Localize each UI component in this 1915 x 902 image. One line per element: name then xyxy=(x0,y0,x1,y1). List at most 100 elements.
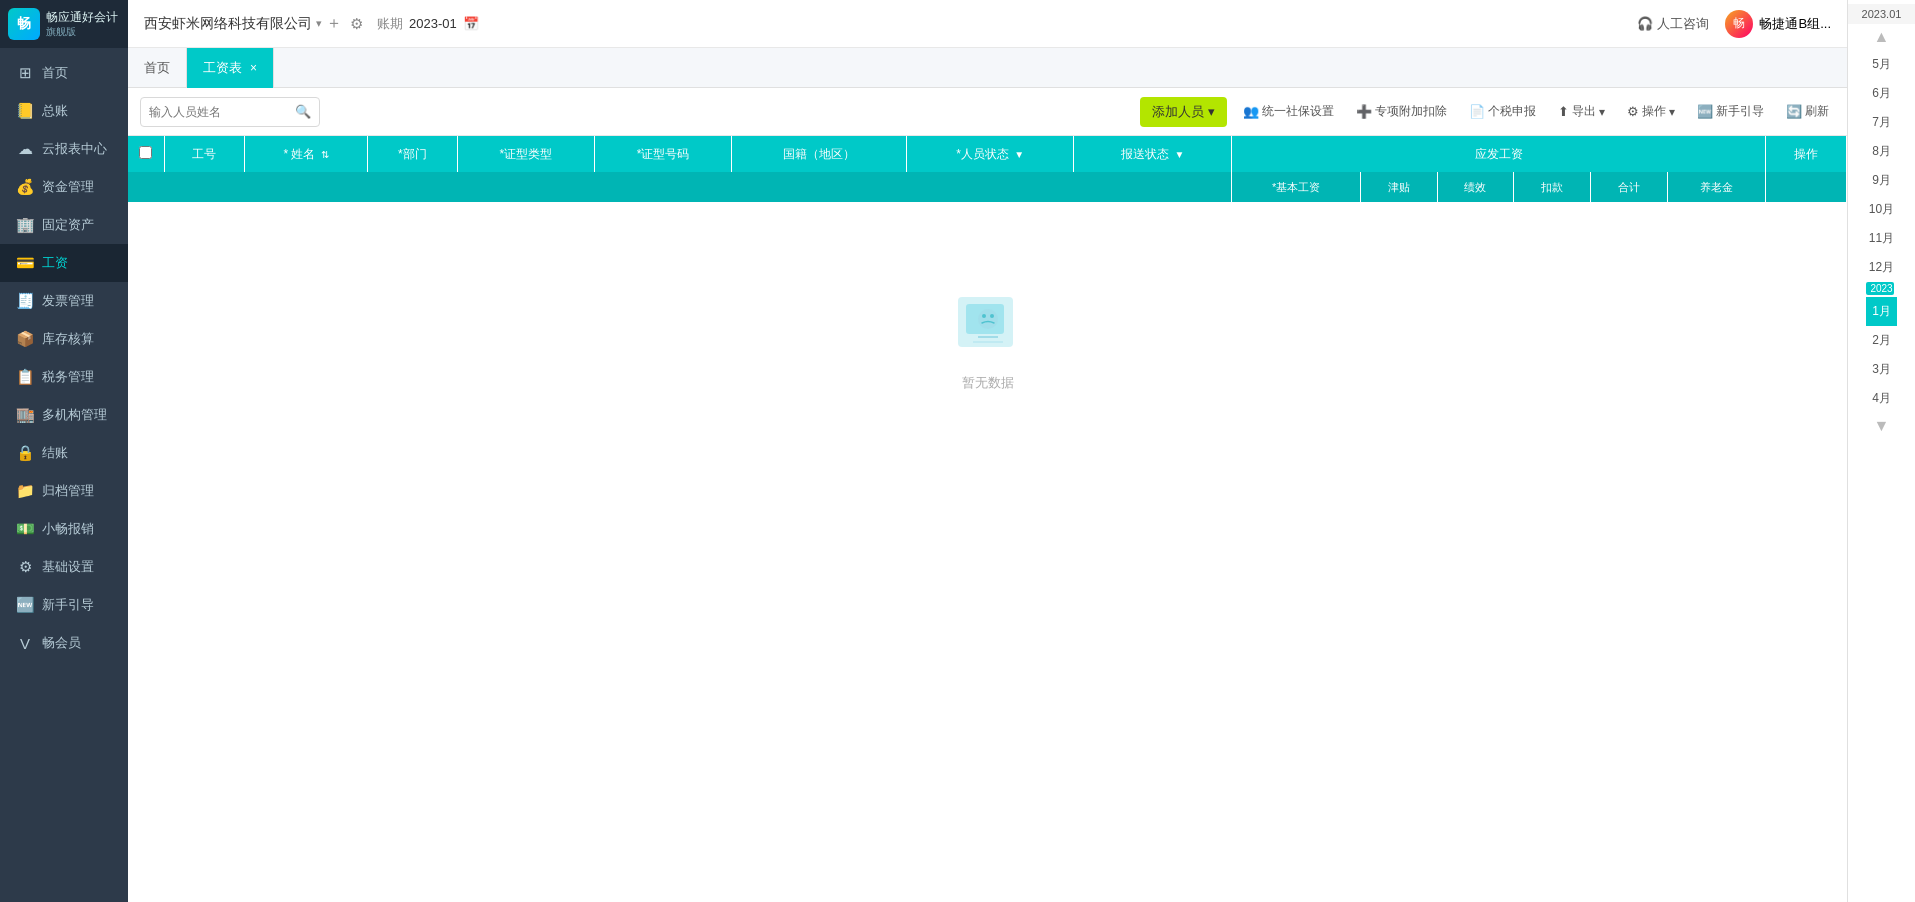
month-item-2023-03[interactable]: 3月 xyxy=(1866,355,1896,384)
month-item-2023-01[interactable]: 1月 xyxy=(1866,297,1896,326)
user-menu-button[interactable]: 畅 畅捷通B组... xyxy=(1725,10,1831,38)
scroll-down-button[interactable]: ▼ xyxy=(1848,413,1915,439)
sidebar-item-label-home: 首页 xyxy=(42,64,68,82)
th-allowance: 津贴 xyxy=(1360,172,1437,202)
logo-text: 畅应通好会计 旗舰版 xyxy=(46,9,118,40)
th-name: * 姓名 ⇅ xyxy=(245,136,368,172)
tab-close-salary-tab[interactable]: × xyxy=(250,61,257,75)
add-company-button[interactable]: ＋ xyxy=(322,13,346,34)
sidebar-item-archive[interactable]: 📁归档管理 xyxy=(0,472,128,510)
fixed-assets-nav-icon: 🏢 xyxy=(16,216,34,234)
table-wrap: 工号 * 姓名 ⇅ *部门 *证型类型 *证型号码 国籍（地区） *人员状态 ▼… xyxy=(128,136,1847,902)
social-security-button[interactable]: 👥 统一社保设置 xyxy=(1237,99,1340,124)
sidebar-item-salary[interactable]: 💳工资 xyxy=(0,244,128,282)
th-operations: 操作 xyxy=(1766,136,1847,172)
top-header: 西安虾米网络科技有限公司 ▾ ＋ ⚙ 账期 2023-01 📅 🎧 人工咨询 畅… xyxy=(128,0,1847,48)
sidebar-item-inventory[interactable]: 📦库存核算 xyxy=(0,320,128,358)
avatar: 畅 xyxy=(1725,10,1753,38)
tax-report-button[interactable]: 📄 个税申报 xyxy=(1463,99,1542,124)
operations-button[interactable]: ⚙ 操作 ▾ xyxy=(1621,99,1681,124)
guide-icon: 🆕 xyxy=(1697,104,1713,119)
tab-salary-tab[interactable]: 工资表 × xyxy=(187,48,274,88)
sidebar-item-home[interactable]: ⊞ 首页 xyxy=(0,54,128,92)
th-checkbox[interactable] xyxy=(128,136,164,172)
sidebar-item-fixed-assets[interactable]: 🏢固定资产 xyxy=(0,206,128,244)
fund-nav-icon: 💰 xyxy=(16,178,34,196)
sidebar-item-settings[interactable]: ⚙基础设置 xyxy=(0,548,128,586)
svg-point-2 xyxy=(978,309,998,329)
table-header-row: 工号 * 姓名 ⇅ *部门 *证型类型 *证型号码 国籍（地区） *人员状态 ▼… xyxy=(128,136,1847,172)
company-name: 西安虾米网络科技有限公司 xyxy=(144,15,312,33)
select-all-checkbox[interactable] xyxy=(139,146,152,159)
sidebar-item-cloud-report[interactable]: ☁云报表中心 xyxy=(0,130,128,168)
sidebar-item-member[interactable]: V畅会员 xyxy=(0,624,128,662)
sidebar-item-fund[interactable]: 💰资金管理 xyxy=(0,168,128,206)
th-cert-type: *证型类型 xyxy=(457,136,594,172)
month-item-07[interactable]: 7月 xyxy=(1866,108,1896,137)
archive-nav-icon: 📁 xyxy=(16,482,34,500)
sidebar-item-close[interactable]: 🔒 结账 xyxy=(0,434,128,472)
sidebar-item-label-multi-org: 多机构管理 xyxy=(42,406,107,424)
sidebar-item-label-tax: 税务管理 xyxy=(42,368,94,386)
member-nav-icon: V xyxy=(16,635,34,652)
home-nav-icon: ⊞ xyxy=(16,64,34,82)
settings-button[interactable]: ⚙ xyxy=(346,15,367,33)
cloud-report-nav-icon: ☁ xyxy=(16,140,34,158)
svg-point-4 xyxy=(990,314,994,318)
month-item-2023-04[interactable]: 4月 xyxy=(1866,384,1896,413)
sidebar-item-multi-org[interactable]: 🏬多机构管理 xyxy=(0,396,128,434)
toolbar: 🔍 添加人员 ▾ 👥 统一社保设置 ➕ 专项附加扣除 📄 个税申报 ⬆ 导出 xyxy=(128,88,1847,136)
person-status-filter-icon[interactable]: ▼ xyxy=(1014,149,1024,160)
sidebar-item-guide[interactable]: 🆕新手引导 xyxy=(0,586,128,624)
sidebar-item-invoice[interactable]: 🧾发票管理 xyxy=(0,282,128,320)
empty-state: 暂无数据 xyxy=(128,202,1847,472)
export-arrow-icon: ▾ xyxy=(1599,105,1605,119)
invoice-nav-icon: 🧾 xyxy=(16,292,34,310)
month-item-12[interactable]: 12月 xyxy=(1866,253,1896,282)
th-person-status: *人员状态 ▼ xyxy=(907,136,1074,172)
month-item-10[interactable]: 10月 xyxy=(1866,195,1896,224)
refresh-icon: 🔄 xyxy=(1786,104,1802,119)
service-button[interactable]: 🎧 人工咨询 xyxy=(1637,15,1709,33)
tab-home-tab[interactable]: 首页 xyxy=(128,48,187,88)
month-item-11[interactable]: 11月 xyxy=(1866,224,1896,253)
search-input[interactable] xyxy=(149,105,295,119)
ledger-nav-icon: 📒 xyxy=(16,102,34,120)
extra-deduct-button[interactable]: ➕ 专项附加扣除 xyxy=(1350,99,1453,124)
tab-label-salary-tab: 工资表 xyxy=(203,59,242,77)
sidebar-item-expense[interactable]: 💵小畅报销 xyxy=(0,510,128,548)
month-item-09[interactable]: 9月 xyxy=(1866,166,1896,195)
report-status-filter-icon[interactable]: ▼ xyxy=(1175,149,1185,160)
tab-bar: 首页工资表 × xyxy=(128,48,1847,88)
name-sort-icon[interactable]: ⇅ xyxy=(321,149,329,160)
extra-deduct-icon: ➕ xyxy=(1356,104,1372,119)
sidebar-item-label-close: 结账 xyxy=(42,444,68,462)
svg-point-3 xyxy=(982,314,986,318)
sidebar-item-label-settings: 基础设置 xyxy=(42,558,94,576)
period-display: 2023.01 xyxy=(1848,4,1915,24)
refresh-button[interactable]: 🔄 刷新 xyxy=(1780,99,1835,124)
sidebar-item-tax[interactable]: 📋税务管理 xyxy=(0,358,128,396)
toolbar-actions: 添加人员 ▾ 👥 统一社保设置 ➕ 专项附加扣除 📄 个税申报 ⬆ 导出 ▾ ⚙ xyxy=(1140,97,1835,127)
export-button[interactable]: ⬆ 导出 ▾ xyxy=(1552,99,1611,124)
headset-icon: 🎧 xyxy=(1637,16,1653,31)
month-item-08[interactable]: 8月 xyxy=(1866,137,1896,166)
month-item-05[interactable]: 5月 xyxy=(1866,50,1896,79)
sidebar-item-ledger[interactable]: 📒 总账 xyxy=(0,92,128,130)
company-selector[interactable]: 西安虾米网络科技有限公司 ▾ xyxy=(144,15,322,33)
th-report-status: 报送状态 ▼ xyxy=(1074,136,1232,172)
add-person-button[interactable]: 添加人员 ▾ xyxy=(1140,97,1227,127)
search-wrap: 🔍 xyxy=(140,97,320,127)
search-icon: 🔍 xyxy=(295,104,311,119)
month-item-2023-02[interactable]: 2月 xyxy=(1866,326,1896,355)
right-panel: 2023.01 ▲ 5月6月7月8月9月10月11月12月20231月2月3月4… xyxy=(1847,0,1915,902)
sidebar-item-label-ledger: 总账 xyxy=(42,102,68,120)
close-nav-icon: 🔒 xyxy=(16,444,34,462)
social-security-icon: 👥 xyxy=(1243,104,1259,119)
guide-button[interactable]: 🆕 新手引导 xyxy=(1691,99,1770,124)
sidebar: 畅 畅应通好会计 旗舰版 ⊞首页📒总账☁云报表中心💰资金管理🏢固定资产💳工资🧾发… xyxy=(0,0,128,902)
header-right: 🎧 人工咨询 畅 畅捷通B组... xyxy=(1637,10,1831,38)
month-item-06[interactable]: 6月 xyxy=(1866,79,1896,108)
calendar-icon[interactable]: 📅 xyxy=(463,16,479,31)
scroll-up-button[interactable]: ▲ xyxy=(1848,24,1915,50)
